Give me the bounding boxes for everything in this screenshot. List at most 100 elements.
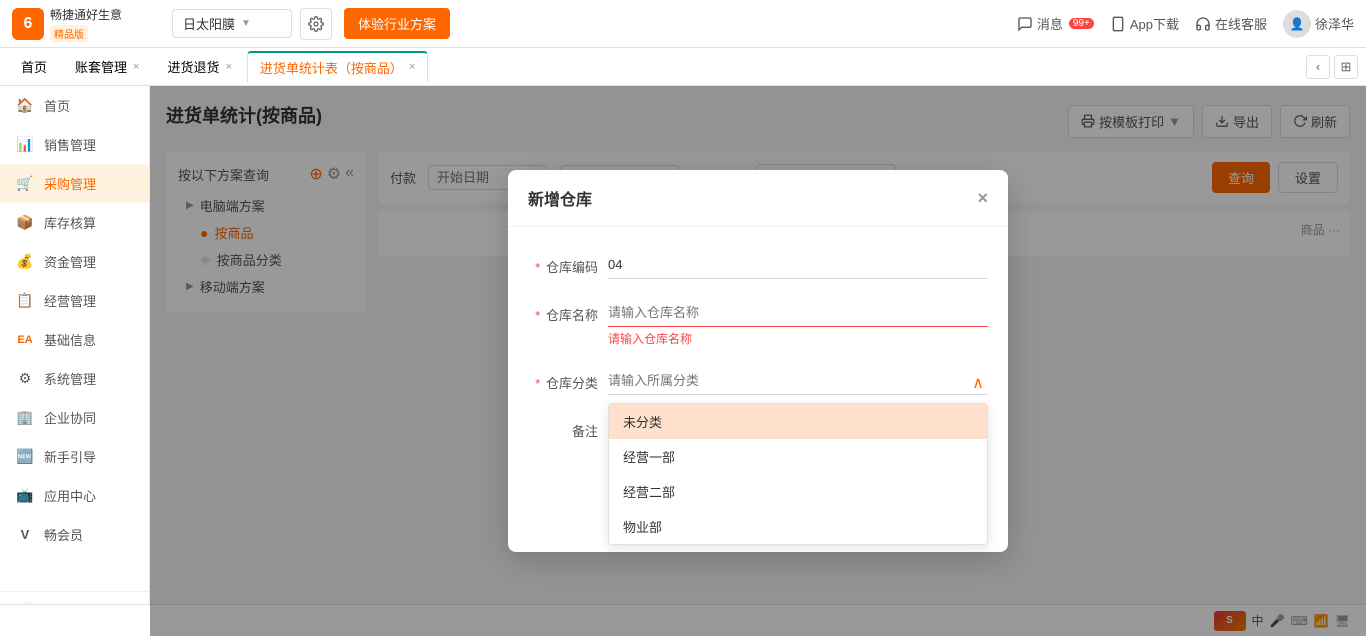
sidebar-item-appcenter[interactable]: 📺 应用中心 (0, 476, 149, 515)
enterprise-icon: 🏢 (16, 409, 34, 427)
trial-button[interactable]: 体验行业方案 (344, 8, 450, 39)
sidebar-item-label: 资金管理 (44, 252, 96, 271)
sidebar-item-label: 企业协同 (44, 408, 96, 427)
dropdown-option-property[interactable]: 物业部 (609, 509, 987, 544)
inventory-icon: 📦 (16, 214, 34, 232)
vip-icon: V (16, 526, 34, 544)
sidebar-item-system[interactable]: ⚙ 系统管理 (0, 359, 149, 398)
tab-close-icon[interactable]: × (409, 61, 415, 73)
message-badge: 99+ (1069, 18, 1094, 29)
app-download-item[interactable]: App下载 (1110, 14, 1179, 33)
system-icon: ⚙ (16, 370, 34, 388)
name-control: 请输入仓库名称 (608, 299, 988, 347)
sidebar-item-purchase[interactable]: 🛒 采购管理 (0, 164, 149, 203)
sidebar: 🏠 首页 📊 销售管理 🛒 采购管理 📦 库存核算 💰 资金管理 📋 经营管理 … (0, 86, 150, 636)
required-star: * (535, 308, 540, 323)
sidebar-item-label: 系统管理 (44, 369, 96, 388)
basic-icon: EA (16, 331, 34, 349)
store-name: 日太阳膜 (183, 14, 235, 33)
online-service-label: 在线客服 (1215, 14, 1267, 33)
modal-add-warehouse: 新增仓库 × * 仓库编码 (508, 170, 1008, 552)
form-row-category: * 仓库分类 ∧ 未分类 经营一部 经营二部 物业部 (528, 367, 988, 395)
sidebar-item-label: 应用中心 (44, 486, 96, 505)
modal-body: * 仓库编码 * 仓库名称 (508, 227, 1008, 487)
category-label-text: * 仓库分类 (528, 367, 608, 392)
tab-close-icon[interactable]: × (225, 61, 231, 73)
required-star: * (535, 260, 540, 275)
sidebar-item-label: 新手引导 (44, 447, 96, 466)
code-input[interactable] (608, 251, 988, 279)
store-select[interactable]: 日太阳膜 ▼ (172, 9, 292, 38)
code-control (608, 251, 988, 279)
online-service-item[interactable]: 在线客服 (1195, 14, 1267, 33)
sidebar-item-label: 首页 (44, 96, 70, 115)
sidebar-item-label: 经营管理 (44, 291, 96, 310)
category-input[interactable] (608, 367, 988, 395)
sidebar-item-finance[interactable]: 💰 资金管理 (0, 242, 149, 281)
sidebar-item-label: 销售管理 (44, 135, 96, 154)
app-download-label: App下载 (1130, 14, 1179, 33)
dropdown-option-dept2[interactable]: 经营二部 (609, 474, 987, 509)
message-item[interactable]: 消息 99+ (1017, 14, 1094, 33)
logo-area: 6 畅捷通好生意 精品版 (12, 6, 162, 42)
username-label: 徐泽华 (1315, 14, 1354, 33)
name-label: * 仓库名称 (528, 299, 608, 324)
dropdown-option-dept1[interactable]: 经营一部 (609, 439, 987, 474)
sidebar-item-sales[interactable]: 📊 销售管理 (0, 125, 149, 164)
tab-bar: 首页 账套管理 × 进货退货 × 进货单统计表（按商品） × ‹ ⊞ (0, 48, 1366, 86)
header-right: 消息 99+ App下载 在线客服 👤 徐泽华 (1017, 10, 1354, 38)
sidebar-item-label: 畅会员 (44, 525, 83, 544)
category-control: ∧ 未分类 经营一部 经营二部 物业部 (608, 367, 988, 395)
tab-scroll-right[interactable]: ⊞ (1334, 55, 1358, 79)
sidebar-item-label: 库存核算 (44, 213, 96, 232)
gear-button[interactable] (300, 8, 332, 40)
content-area: 进货单统计(按商品) 按模板打印 ▼ 导出 刷新 (150, 86, 1366, 636)
required-star: * (535, 376, 540, 391)
form-row-code: * 仓库编码 (528, 251, 988, 279)
tab-returns[interactable]: 进货退货 × (154, 51, 244, 83)
logo-text: 畅捷通好生意 精品版 (50, 6, 122, 42)
modal-close-button[interactable]: × (977, 188, 988, 209)
user-item[interactable]: 👤 徐泽华 (1283, 10, 1354, 38)
finance-icon: 💰 (16, 253, 34, 271)
note-label: 备注 (528, 415, 608, 440)
modal-overlay: 新增仓库 × * 仓库编码 (150, 86, 1366, 636)
category-dropdown-arrow[interactable]: ∧ (972, 373, 984, 393)
form-row-name: * 仓库名称 请输入仓库名称 (528, 299, 988, 347)
logo-icon: 6 (12, 8, 44, 40)
tab-stats[interactable]: 进货单统计表（按商品） × (247, 51, 428, 83)
sidebar-item-label: 基础信息 (44, 330, 96, 349)
name-input[interactable] (608, 299, 988, 327)
operations-icon: 📋 (16, 292, 34, 310)
home-icon: 🏠 (16, 97, 34, 115)
tab-actions: ‹ ⊞ (1306, 55, 1358, 79)
sidebar-item-home[interactable]: 🏠 首页 (0, 86, 149, 125)
dropdown-option-uncategorized[interactable]: 未分类 (609, 404, 987, 439)
modal-title: 新增仓库 (528, 186, 592, 210)
tab-close-icon[interactable]: × (133, 61, 139, 73)
sidebar-item-guide[interactable]: 🆕 新手引导 (0, 437, 149, 476)
sidebar-item-label: 采购管理 (44, 174, 96, 193)
chevron-down-icon: ▼ (241, 18, 251, 29)
sidebar-item-operations[interactable]: 📋 经营管理 (0, 281, 149, 320)
modal-header: 新增仓库 × (508, 170, 1008, 227)
tab-scroll-left[interactable]: ‹ (1306, 55, 1330, 79)
sales-icon: 📊 (16, 136, 34, 154)
sidebar-item-vip[interactable]: V 畅会员 (0, 515, 149, 554)
avatar: 👤 (1283, 10, 1311, 38)
message-label: 消息 (1037, 14, 1063, 33)
main-layout: 🏠 首页 📊 销售管理 🛒 采购管理 📦 库存核算 💰 资金管理 📋 经营管理 … (0, 86, 1366, 636)
top-header: 6 畅捷通好生意 精品版 日太阳膜 ▼ 体验行业方案 消息 99+ App下载 … (0, 0, 1366, 48)
name-error-msg: 请输入仓库名称 (608, 330, 988, 347)
category-dropdown: 未分类 经营一部 经营二部 物业部 (608, 403, 988, 545)
tab-accounts[interactable]: 账套管理 × (62, 51, 152, 83)
sidebar-item-enterprise[interactable]: 🏢 企业协同 (0, 398, 149, 437)
appcenter-icon: 📺 (16, 487, 34, 505)
sidebar-item-basic[interactable]: EA 基础信息 (0, 320, 149, 359)
purchase-icon: 🛒 (16, 175, 34, 193)
sidebar-item-inventory[interactable]: 📦 库存核算 (0, 203, 149, 242)
guide-icon: 🆕 (16, 448, 34, 466)
tab-home[interactable]: 首页 (8, 51, 60, 83)
code-label: * 仓库编码 (528, 251, 608, 276)
logo-badge: 精品版 (50, 25, 88, 42)
